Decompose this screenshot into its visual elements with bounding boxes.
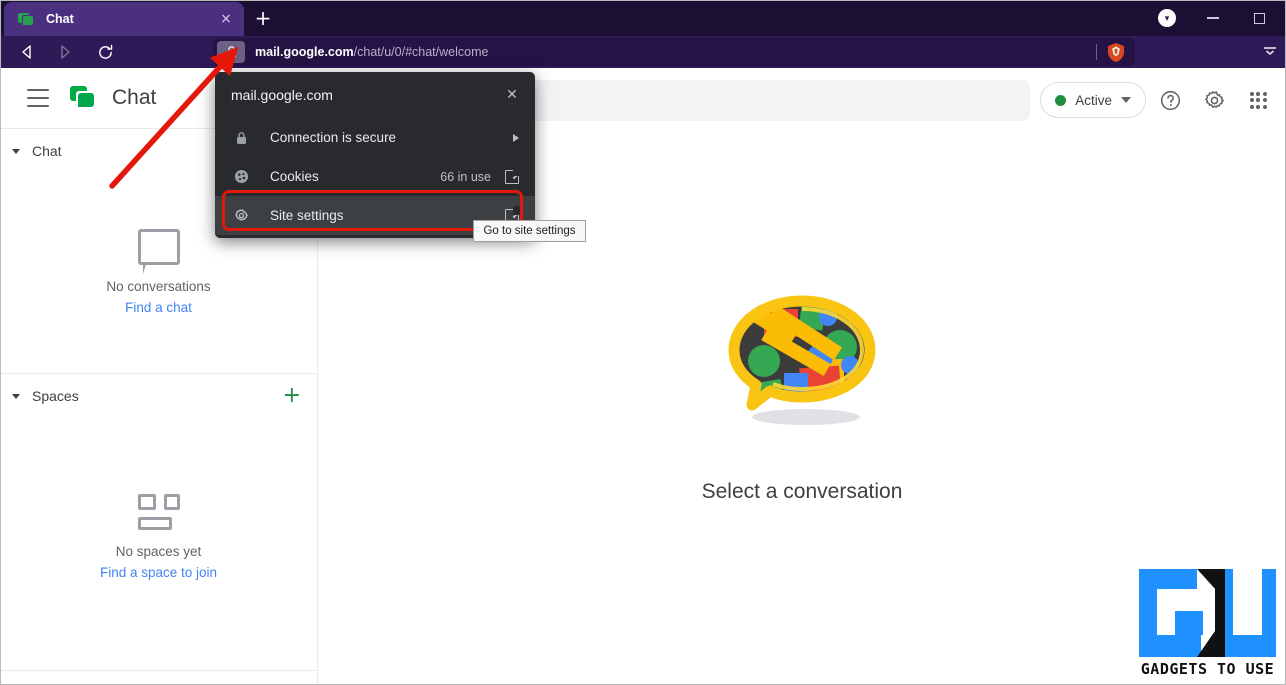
back-button[interactable] bbox=[10, 38, 44, 66]
menu-item-cookies[interactable]: Cookies 66 in use bbox=[215, 157, 535, 196]
browser-chrome: Chat × + ▾ mail.google.com/chat/u/0/#cha… bbox=[0, 0, 1286, 68]
sidebar-section-spaces: Spaces + No spaces yet Find a space to j… bbox=[0, 374, 317, 580]
spaces-empty-state: No spaces yet Find a space to join bbox=[0, 418, 317, 580]
chevron-down-icon[interactable] bbox=[12, 393, 20, 399]
close-icon[interactable]: ✕ bbox=[499, 82, 525, 108]
chevron-right-icon bbox=[513, 133, 519, 142]
chevron-down-icon[interactable] bbox=[12, 148, 20, 154]
spaces-grid-icon bbox=[137, 494, 180, 530]
lock-icon bbox=[226, 46, 236, 58]
empty-conversation-hero: Select a conversation bbox=[701, 289, 903, 504]
hamburger-menu-icon[interactable] bbox=[27, 89, 49, 107]
brave-shield-icon[interactable] bbox=[1105, 41, 1127, 63]
menu-item-label: Connection is secure bbox=[270, 130, 397, 145]
tab-strip: Chat × + ▾ bbox=[0, 0, 1286, 36]
status-selector[interactable]: Active bbox=[1040, 82, 1146, 118]
tooltip: Go to site settings bbox=[473, 220, 586, 242]
find-a-space-link[interactable]: Find a space to join bbox=[0, 565, 317, 580]
profile-button[interactable]: ▾ bbox=[1144, 3, 1190, 33]
browser-menu-icon bbox=[1264, 47, 1276, 56]
site-information-button[interactable] bbox=[217, 41, 245, 63]
status-label: Active bbox=[1075, 92, 1112, 108]
site-origin-label: mail.google.com bbox=[231, 87, 333, 103]
external-link-icon bbox=[505, 166, 522, 184]
create-space-button[interactable]: + bbox=[283, 385, 301, 407]
sidebar-section-spaces-header[interactable]: Spaces + bbox=[0, 374, 317, 418]
reload-button[interactable] bbox=[88, 38, 122, 66]
spaces-empty-title: No spaces yet bbox=[115, 544, 202, 559]
browser-menu-button[interactable] bbox=[1258, 40, 1282, 64]
sidebar-section-spaces-label: Spaces bbox=[32, 388, 79, 404]
chevron-down-icon: ▾ bbox=[1158, 9, 1176, 27]
site-popup-header: mail.google.com ✕ bbox=[215, 72, 535, 118]
speech-bubble-icon bbox=[137, 229, 180, 274]
address-bar-divider bbox=[1096, 44, 1097, 60]
web-page: Chat ces Active bbox=[0, 68, 1286, 685]
chevron-down-icon bbox=[1121, 97, 1131, 103]
browser-tab[interactable]: Chat × bbox=[4, 2, 244, 36]
watermark: GADGETS TO USE bbox=[1135, 565, 1280, 680]
settings-button[interactable] bbox=[1194, 80, 1234, 120]
gu-logo-icon bbox=[1139, 569, 1276, 657]
cookie-icon bbox=[231, 169, 251, 184]
tab-title: Chat bbox=[46, 12, 74, 26]
menu-item-connection-secure[interactable]: Connection is secure bbox=[215, 118, 535, 157]
gear-icon bbox=[1204, 90, 1224, 108]
lock-icon bbox=[231, 131, 251, 145]
maximize-button[interactable] bbox=[1236, 3, 1282, 33]
url-path: /chat/u/0/#chat/welcome bbox=[353, 45, 489, 59]
menu-item-label: Cookies bbox=[270, 169, 319, 184]
url-text: mail.google.com/chat/u/0/#chat/welcome bbox=[255, 45, 488, 59]
address-bar[interactable]: mail.google.com/chat/u/0/#chat/welcome bbox=[213, 38, 1135, 66]
help-button[interactable] bbox=[1150, 80, 1190, 120]
reload-icon bbox=[98, 44, 112, 59]
close-icon[interactable]: × bbox=[216, 9, 236, 29]
cookies-count: 66 in use bbox=[440, 169, 491, 184]
page-title: Chat bbox=[112, 86, 157, 109]
back-arrow-icon bbox=[22, 45, 31, 59]
apps-grid-icon bbox=[1249, 91, 1267, 109]
chat-empty-title: No conversations bbox=[106, 279, 211, 294]
google-chat-logo-icon bbox=[70, 86, 96, 110]
minimize-icon bbox=[1207, 17, 1219, 19]
menu-item-label: Site settings bbox=[270, 208, 344, 223]
find-a-chat-link[interactable]: Find a chat bbox=[0, 300, 317, 315]
header-actions: Active bbox=[1040, 78, 1278, 122]
forward-button[interactable] bbox=[48, 38, 82, 66]
empty-state-caption: Select a conversation bbox=[701, 480, 903, 503]
speech-bubble-blocks-illustration bbox=[728, 295, 876, 425]
forward-arrow-icon bbox=[61, 45, 70, 59]
new-tab-button[interactable]: + bbox=[250, 6, 276, 32]
site-information-popup: mail.google.com ✕ Connection is secure C… bbox=[215, 72, 535, 238]
minimize-button[interactable] bbox=[1190, 3, 1236, 33]
screenshot-root: Chat × + ▾ mail.google.com/chat/u/0/#cha… bbox=[0, 0, 1286, 685]
watermark-text: GADGETS TO USE bbox=[1140, 660, 1275, 678]
google-apps-button[interactable] bbox=[1238, 80, 1278, 120]
url-host: mail.google.com bbox=[255, 45, 354, 59]
sidebar-bottom-divider bbox=[0, 670, 318, 671]
status-dot-icon bbox=[1055, 94, 1067, 106]
gear-icon bbox=[231, 208, 251, 223]
window-controls: ▾ bbox=[1144, 0, 1282, 36]
maximize-icon bbox=[1253, 12, 1265, 24]
help-icon bbox=[1160, 90, 1180, 110]
chat-app-header: Chat ces Active bbox=[0, 68, 1286, 128]
chat-favicon-icon bbox=[18, 11, 34, 27]
